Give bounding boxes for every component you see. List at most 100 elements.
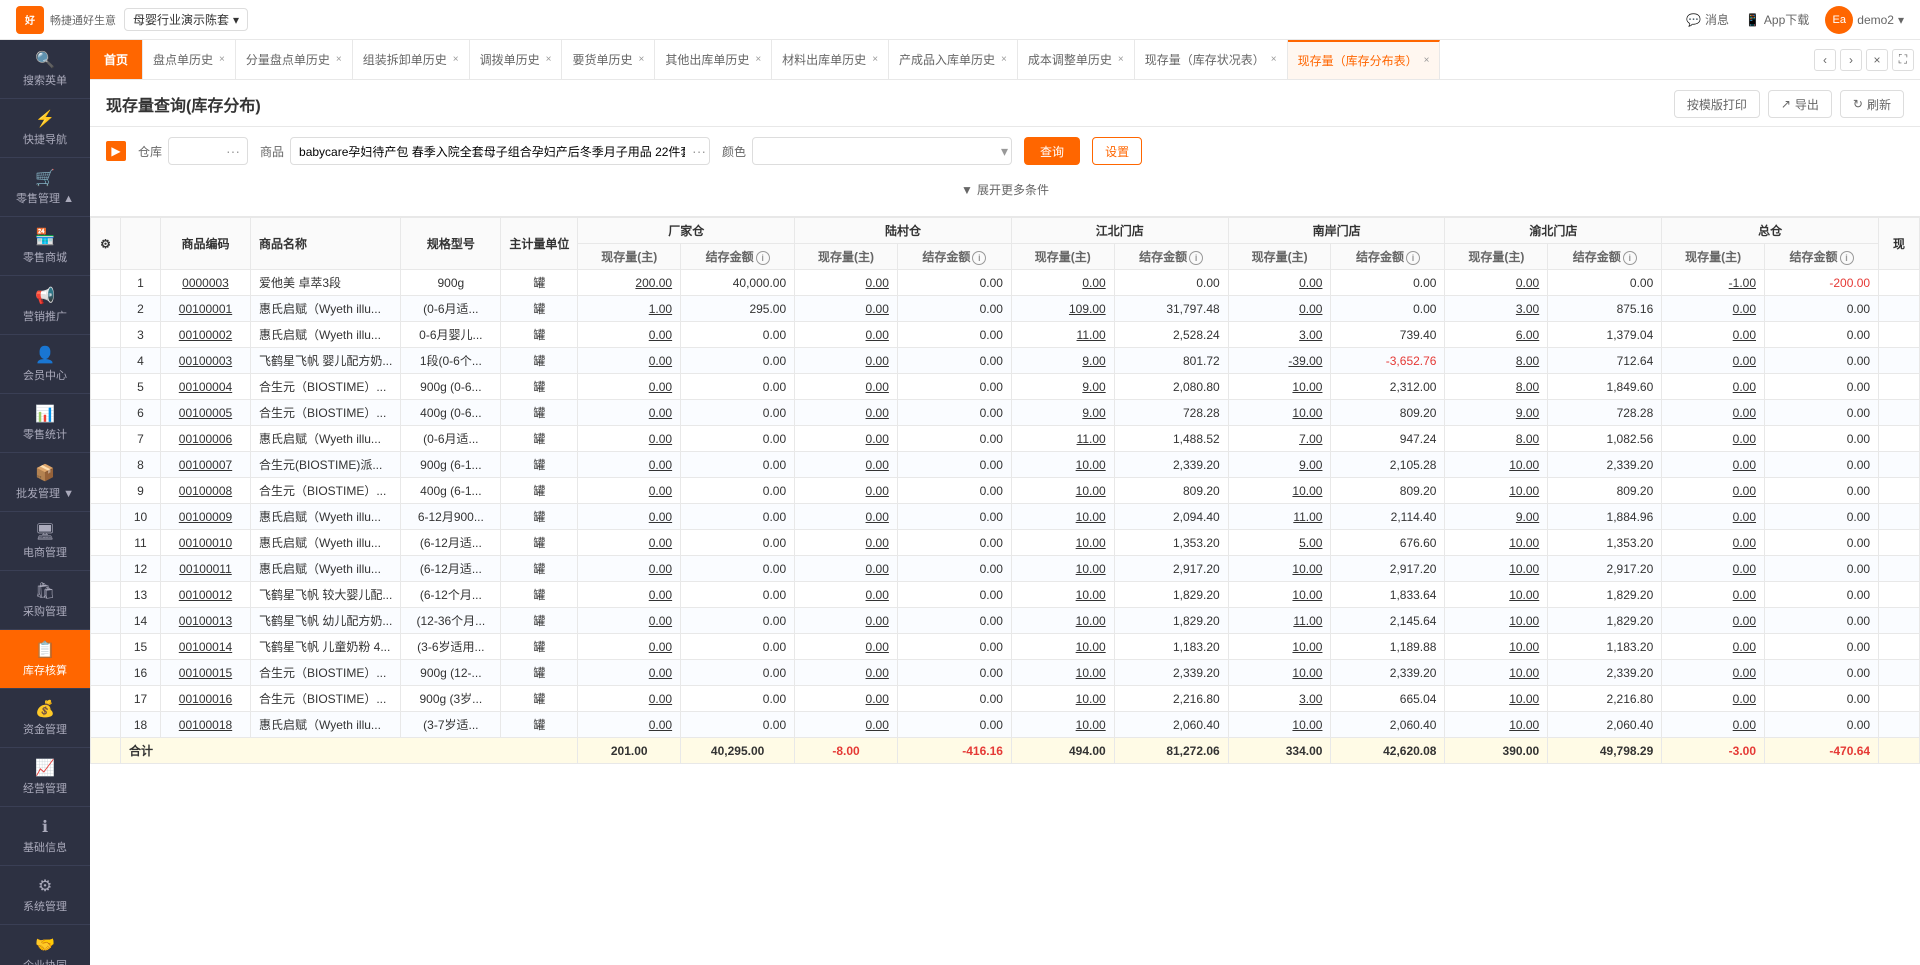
user-menu[interactable]: Ea demo2 ▾: [1825, 6, 1904, 34]
col-unit-cell: 罐: [501, 608, 578, 634]
tab-transfer[interactable]: 调拨单历史 ×: [470, 40, 563, 80]
sidebar-item-basic-info[interactable]: ℹ 基础信息: [0, 807, 90, 866]
sidebar-item-operation[interactable]: 📈 经营管理: [0, 748, 90, 807]
col-gear[interactable]: ⚙: [91, 218, 121, 270]
summary-row: 合计 201.00 40,295.00 -8.00 -416.16 494.00…: [91, 738, 1920, 764]
tab-next-btn[interactable]: ›: [1840, 49, 1862, 71]
col-yb-qty: 10.00: [1445, 452, 1548, 478]
inventory-table: ⚙ 商品编码 商品名称 规格型号 主计量单位 厂家仓 陆村仓 江北门店 南岸门店…: [90, 217, 1920, 764]
dots-icon[interactable]: ···: [222, 143, 244, 159]
tab-partial-count[interactable]: 分量盘点单历史 ×: [236, 40, 353, 80]
sidebar-item-search[interactable]: 🔍 搜索英单: [0, 40, 90, 99]
tab-home[interactable]: 首页: [90, 40, 143, 80]
sidebar-item-label: 系统管理: [6, 898, 84, 914]
close-icon[interactable]: ×: [453, 54, 459, 65]
sidebar-item-cooperation[interactable]: 🤝 企业协同: [0, 925, 90, 965]
tab-material-out[interactable]: 材料出库单历史 ×: [772, 40, 889, 80]
col-unit-cell: 罐: [501, 270, 578, 296]
sidebar-item-nav[interactable]: ⚡ 快捷导航: [0, 99, 90, 158]
col-f-amt: 40,000.00: [681, 270, 795, 296]
col-na-qty: 5.00: [1228, 530, 1331, 556]
sidebar-item-marketing[interactable]: 📢 营销推广: [0, 276, 90, 335]
col-na-amt: 2,339.20: [1331, 660, 1445, 686]
tab-product-in[interactable]: 产成品入库单历史 ×: [889, 40, 1018, 80]
close-icon[interactable]: ×: [755, 54, 761, 65]
sidebar-item-retail-store[interactable]: 🏪 零售商城: [0, 217, 90, 276]
tab-stock-status[interactable]: 现存量（库存状况表）×: [1135, 40, 1288, 80]
table-row: 16 00100015 合生元（BIOSTIME）... 900g (12-..…: [91, 660, 1920, 686]
tab-close-btn[interactable]: ×: [1866, 49, 1888, 71]
col-spec-cell: 6-12月900...: [401, 504, 501, 530]
col-name-cell: 合生元(BIOSTIME)派...: [251, 452, 401, 478]
col-yb-qty: 10.00: [1445, 556, 1548, 582]
message-btn[interactable]: 💬 消息: [1686, 11, 1729, 28]
refresh-btn[interactable]: ↻ 刷新: [1840, 90, 1904, 118]
col-name-cell: 飞鹤星飞帆 较大婴儿配...: [251, 582, 401, 608]
expand-conditions-btn[interactable]: ▼ 展开更多条件: [953, 177, 1057, 202]
col-na-amt: 1,189.88: [1331, 634, 1445, 660]
col-l-qty: 0.00: [795, 400, 898, 426]
col-jb-qty: 10.00: [1011, 452, 1114, 478]
col-na-qty: 9.00: [1228, 452, 1331, 478]
close-icon[interactable]: ×: [638, 54, 644, 65]
filter-expand-btn[interactable]: ▶: [106, 141, 126, 161]
close-icon[interactable]: ×: [872, 54, 878, 65]
product-input[interactable]: [290, 137, 710, 165]
sidebar-item-ecommerce[interactable]: 🖥 电商管理: [0, 512, 90, 571]
col-yb-amt: 728.28: [1548, 400, 1662, 426]
tab-cost-adjust[interactable]: 成本调整单历史 ×: [1018, 40, 1135, 80]
stats-icon: 📊: [6, 404, 84, 424]
color-input[interactable]: [752, 137, 1012, 165]
col-zc-amt: 0.00: [1765, 348, 1879, 374]
query-btn[interactable]: 查询: [1024, 137, 1080, 165]
info-icon[interactable]: i: [1406, 251, 1420, 265]
tab-inventory-count[interactable]: 盘点单历史 ×: [143, 40, 236, 80]
close-icon[interactable]: ×: [1271, 54, 1277, 65]
sidebar-item-retail-mgmt[interactable]: 🛒 零售管理 ▲: [0, 158, 90, 217]
sidebar-item-retail-stats[interactable]: 📊 零售统计: [0, 394, 90, 453]
col-f-amt: 0.00: [681, 608, 795, 634]
sidebar-item-member[interactable]: 👤 会员中心: [0, 335, 90, 394]
tab-expand-btn[interactable]: ⛶: [1892, 49, 1914, 71]
clear-icon[interactable]: ···: [692, 143, 706, 159]
col-zc-qty: 0.00: [1662, 478, 1765, 504]
setting-btn[interactable]: 设置: [1092, 137, 1142, 165]
close-icon[interactable]: ×: [1001, 54, 1007, 65]
info-icon[interactable]: i: [1189, 251, 1203, 265]
store-select[interactable]: 母婴行业演示陈套 ▾: [124, 8, 248, 31]
col-name-cell: 惠氏启赋（Wyeth illu...: [251, 296, 401, 322]
subcol-na-qty: 现存量(主): [1228, 244, 1331, 270]
col-jb-amt: 2,094.40: [1114, 504, 1228, 530]
sidebar-item-wholesale[interactable]: 📦 批发管理 ▼: [0, 453, 90, 512]
color-expand-icon[interactable]: ▾: [1001, 143, 1008, 160]
col-na-amt: 2,105.28: [1331, 452, 1445, 478]
close-icon[interactable]: ×: [546, 54, 552, 65]
table-container[interactable]: ⚙ 商品编码 商品名称 规格型号 主计量单位 厂家仓 陆村仓 江北门店 南岸门店…: [90, 217, 1920, 965]
close-icon[interactable]: ×: [1424, 55, 1430, 66]
app-download-btn[interactable]: 📱 App下载: [1745, 11, 1809, 28]
tab-prev-btn[interactable]: ‹: [1814, 49, 1836, 71]
info-icon[interactable]: i: [972, 251, 986, 265]
sidebar-item-system[interactable]: ⚙ 系统管理: [0, 866, 90, 925]
info-icon[interactable]: i: [756, 251, 770, 265]
subcol-zc-qty: 现存量(主): [1662, 244, 1765, 270]
tab-other-out[interactable]: 其他出库单历史 ×: [655, 40, 772, 80]
tab-stock-dist[interactable]: 现存量（库存分布表）×: [1288, 40, 1441, 80]
close-icon[interactable]: ×: [219, 54, 225, 65]
sidebar-item-purchase[interactable]: 🛍 采购管理: [0, 571, 90, 630]
print-btn[interactable]: 按模版打印: [1674, 90, 1760, 118]
sidebar-item-finance[interactable]: 💰 资金管理: [0, 689, 90, 748]
subcol-l-amt: 结存金额i: [897, 244, 1011, 270]
col-name-cell: 爱他美 卓萃3段: [251, 270, 401, 296]
close-icon[interactable]: ×: [336, 54, 342, 65]
tab-assembly[interactable]: 组装拆卸单历史 ×: [353, 40, 470, 80]
tab-purchase-req[interactable]: 要货单历史 ×: [562, 40, 655, 80]
table-row: 11 00100010 惠氏启赋（Wyeth illu... (6-12月适..…: [91, 530, 1920, 556]
close-icon[interactable]: ×: [1118, 54, 1124, 65]
sidebar-item-inventory[interactable]: 📋 库存核算: [0, 630, 90, 689]
page-title: 现存量查询(库存分布): [106, 92, 261, 116]
info-icon[interactable]: i: [1840, 251, 1854, 265]
tab-controls: ‹ › × ⛶: [1808, 49, 1920, 71]
info-icon[interactable]: i: [1623, 251, 1637, 265]
export-btn[interactable]: ↗ 导出: [1768, 90, 1832, 118]
